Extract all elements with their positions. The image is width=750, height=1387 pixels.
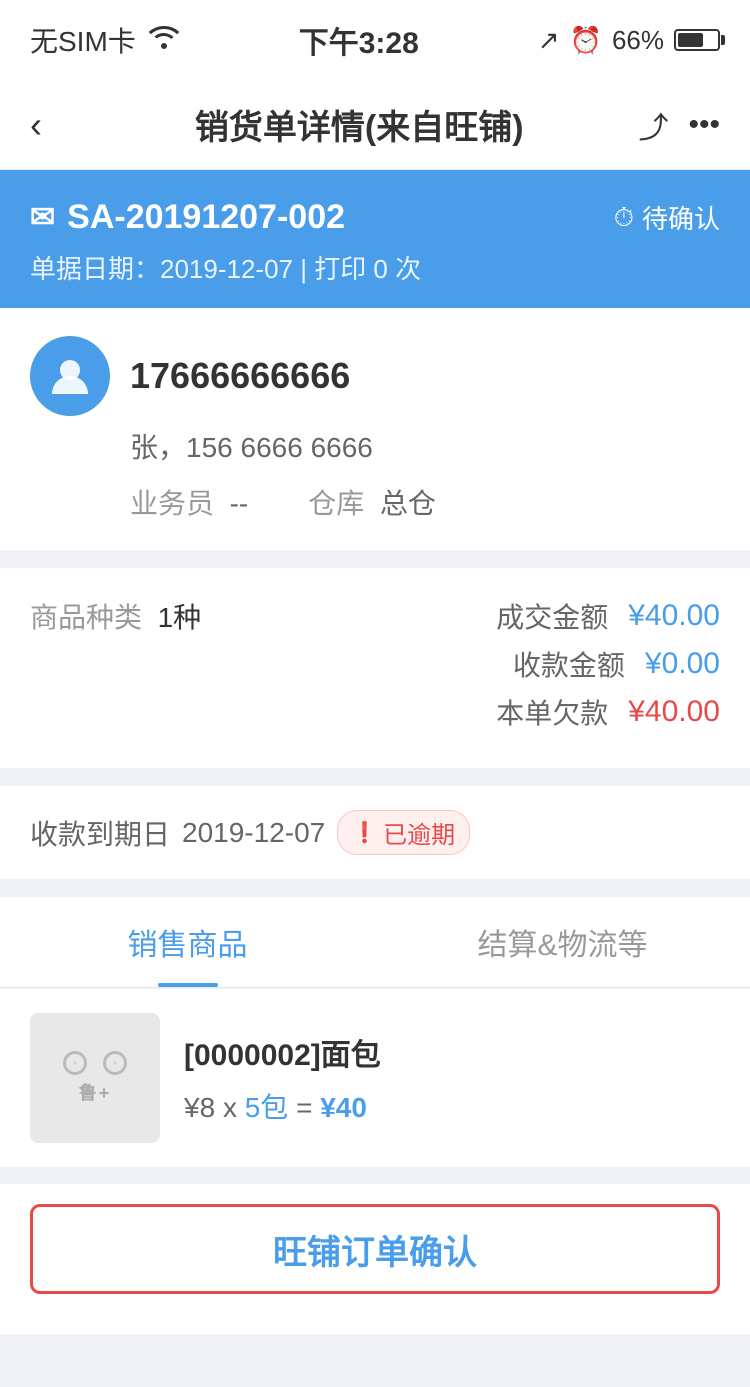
order-id: ✉ SA-20191207-002 xyxy=(30,198,345,237)
status-right: ↗ ⏰ 66% xyxy=(538,25,720,56)
amount-value-2: ¥40.00 xyxy=(628,695,720,729)
tab-settlement[interactable]: 结算&物流等 xyxy=(375,897,750,987)
page-title: 销货单详情(来自旺铺) xyxy=(195,100,524,149)
order-icon: ✉ xyxy=(30,200,55,235)
amount-label-2: 本单欠款 xyxy=(496,692,608,732)
status-text: 待确认 xyxy=(642,199,720,236)
amount-label-0: 成交金额 xyxy=(496,596,608,636)
amount-row-1: 收款金额 ¥0.00 xyxy=(496,644,720,684)
confirm-button[interactable]: 旺铺订单确认 xyxy=(30,1204,720,1294)
status-left: 无SIM卡 xyxy=(30,20,180,60)
amount-row-2: 本单欠款 ¥40.00 xyxy=(496,692,720,732)
amount-row-0: 成交金额 ¥40.00 xyxy=(496,596,720,636)
product-thumbnail: 鲁+ xyxy=(30,1013,160,1143)
owl-logo: 鲁+ xyxy=(45,1048,145,1108)
equals-sign: = xyxy=(296,1092,320,1123)
customer-phone: 17666666666 xyxy=(130,355,350,397)
nav-bar: ‹ 销货单详情(来自旺铺) ⤴ ••• xyxy=(0,80,750,170)
product-name: [0000002]面包 xyxy=(184,1030,720,1074)
type-value: 1种 xyxy=(158,602,202,633)
amount-label-1: 收款金额 xyxy=(513,644,625,684)
order-id-text: SA-20191207-002 xyxy=(67,198,345,237)
owl-eye-left xyxy=(63,1051,87,1075)
owl-eye-right xyxy=(103,1051,127,1075)
status-time: 下午3:28 xyxy=(299,18,419,62)
nav-actions: ⤴ ••• xyxy=(638,103,720,147)
tab-products-label: 销售商品 xyxy=(128,920,248,964)
qty-value: 5包 xyxy=(245,1092,289,1123)
avatar xyxy=(30,336,110,416)
due-date-value: 2019-12-07 xyxy=(182,817,325,849)
customer-row: 17666666666 xyxy=(30,336,720,416)
wifi-icon xyxy=(148,24,180,56)
salesman-value: -- xyxy=(230,488,249,519)
tabs-bar: 销售商品 结算&物流等 xyxy=(0,897,750,988)
total-value: ¥40 xyxy=(320,1092,367,1123)
product-price: ¥8 x 5包 = ¥40 xyxy=(184,1086,720,1126)
summary-card: 商品种类 1种 成交金额 ¥40.00 收款金额 ¥0.00 本单欠款 ¥40.… xyxy=(0,568,750,768)
owl-eyes xyxy=(63,1051,127,1075)
order-date: 单据日期：2019-12-07 | 打印 0 次 xyxy=(30,249,720,286)
overdue-dot-icon: ❗ xyxy=(352,820,377,845)
amount-value-0: ¥40.00 xyxy=(628,599,720,633)
due-date-label: 收款到期日 xyxy=(30,813,170,853)
order-header: ✉ SA-20191207-002 ⏱ 待确认 单据日期：2019-12-07 … xyxy=(0,170,750,308)
summary-right: 成交金额 ¥40.00 收款金额 ¥0.00 本单欠款 ¥40.00 xyxy=(496,596,720,740)
price-value: ¥8 xyxy=(184,1092,215,1123)
warehouse-value: 总仓 xyxy=(380,488,436,519)
warehouse-item: 仓库 总仓 xyxy=(308,482,436,522)
multiply-sign: x xyxy=(223,1092,245,1123)
salesman-label: 业务员 xyxy=(130,488,214,519)
order-id-row: ✉ SA-20191207-002 ⏱ 待确认 xyxy=(30,198,720,237)
customer-card: 17666666666 张，156 6666 6666 业务员 -- 仓库 总仓 xyxy=(0,308,750,550)
product-info: [0000002]面包 ¥8 x 5包 = ¥40 xyxy=(184,1030,720,1126)
salesman-item: 业务员 -- xyxy=(130,482,248,522)
order-status: ⏱ 待确认 xyxy=(614,199,720,236)
bottom-bar: 旺铺订单确认 xyxy=(0,1184,750,1334)
tab-underline xyxy=(158,983,218,987)
location-icon: ↗ xyxy=(538,25,560,56)
amount-value-1: ¥0.00 xyxy=(645,647,720,681)
summary-left: 商品种类 1种 xyxy=(30,596,201,636)
tab-products[interactable]: 销售商品 xyxy=(0,897,375,987)
customer-meta: 业务员 -- 仓库 总仓 xyxy=(130,482,720,522)
tab-settlement-label: 结算&物流等 xyxy=(477,920,647,964)
status-bar: 无SIM卡 下午3:28 ↗ ⏰ 66% xyxy=(0,0,750,80)
product-card: 鲁+ [0000002]面包 ¥8 x 5包 = ¥40 xyxy=(0,989,750,1167)
overdue-text: 已逾期 xyxy=(383,815,455,850)
alarm-icon: ⏰ xyxy=(570,25,602,56)
overdue-badge: ❗ 已逾期 xyxy=(337,810,470,855)
battery-icon xyxy=(674,29,720,51)
due-date-card: 收款到期日 2019-12-07 ❗ 已逾期 xyxy=(0,786,750,879)
status-clock-icon: ⏱ xyxy=(614,202,634,234)
warehouse-label: 仓库 xyxy=(308,488,364,519)
battery-fill xyxy=(678,33,703,47)
type-label: 商品种类 xyxy=(30,602,142,633)
owl-text: 鲁+ xyxy=(79,1079,112,1105)
battery-text: 66% xyxy=(612,25,664,56)
more-icon[interactable]: ••• xyxy=(688,108,720,142)
share-icon[interactable]: ⤴ xyxy=(638,103,668,147)
product-thumb-inner: 鲁+ xyxy=(30,1013,160,1143)
back-button[interactable]: ‹ xyxy=(30,104,80,146)
carrier-text: 无SIM卡 xyxy=(30,20,136,60)
customer-name: 张，156 6666 6666 xyxy=(130,426,720,466)
